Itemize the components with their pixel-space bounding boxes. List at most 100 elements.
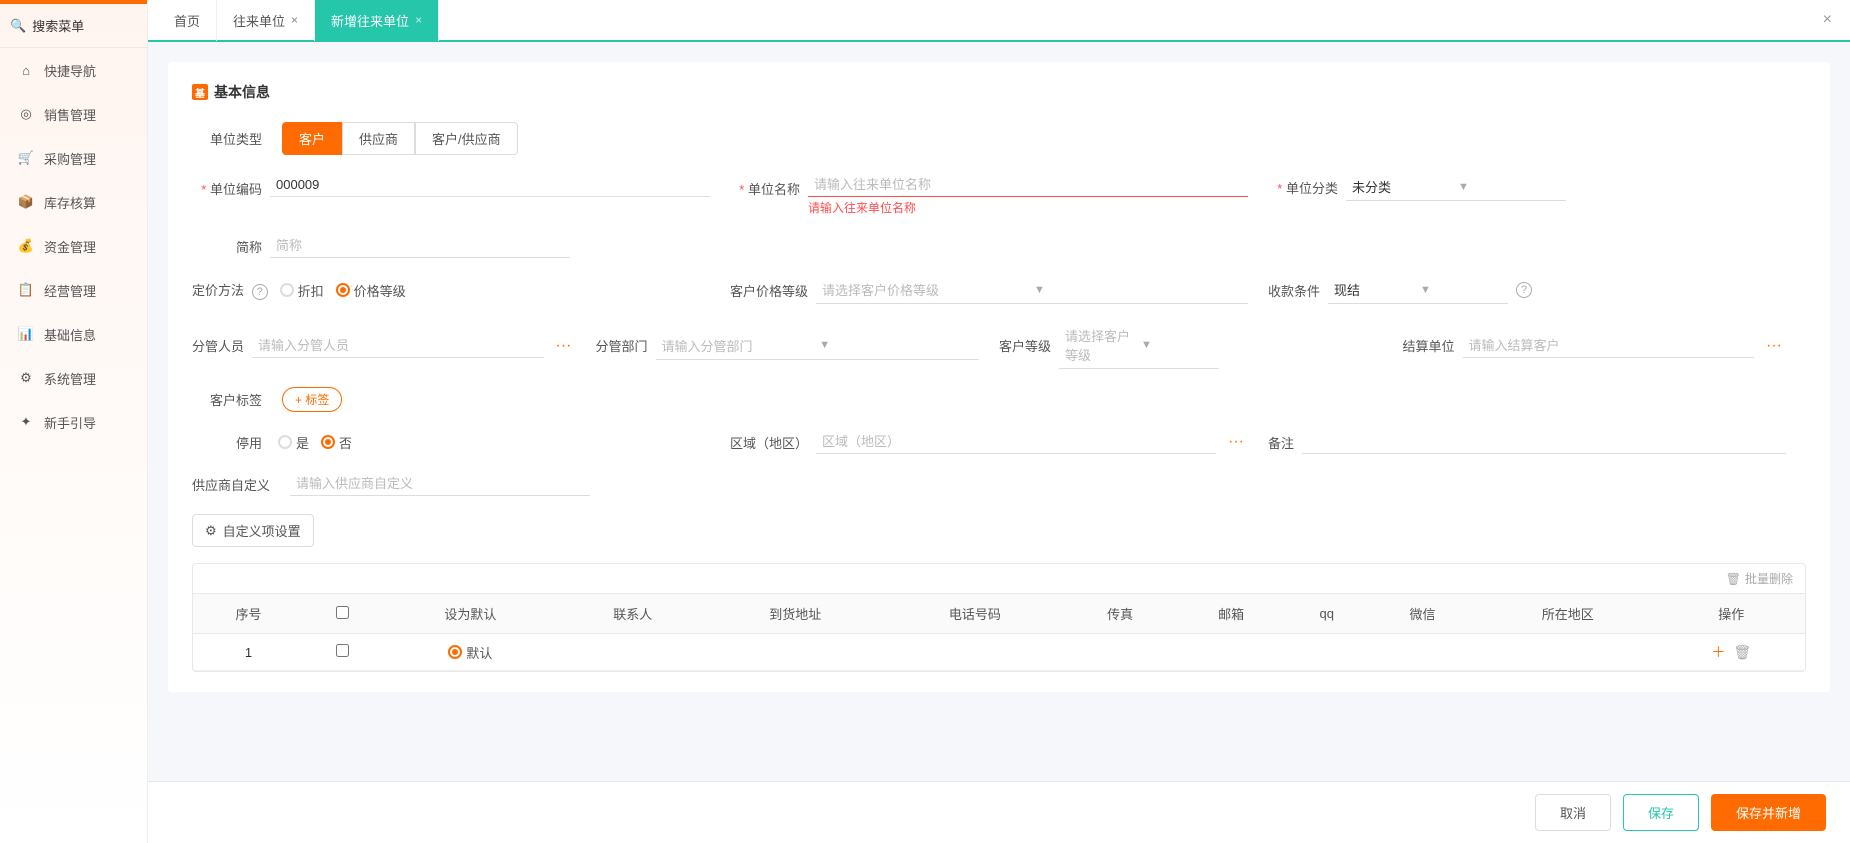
type-btn-both[interactable]: 客户/供应商 xyxy=(415,122,518,155)
sidebar-item-quick-nav[interactable]: ⌂ 快捷导航 xyxy=(0,48,147,92)
unit-name-error: 请输入往来单位名称 xyxy=(808,199,1248,216)
manager-input[interactable] xyxy=(252,334,544,358)
type-btn-supplier[interactable]: 供应商 xyxy=(342,122,415,155)
short-name-row: 简称 xyxy=(192,234,1806,258)
col-qq: qq xyxy=(1287,594,1367,634)
row-wechat xyxy=(1367,634,1478,671)
add-tag-button[interactable]: + 标签 xyxy=(282,387,342,412)
supplier-custom-label: 供应商自定义 xyxy=(192,475,270,494)
unit-code-label: * 单位编码 xyxy=(192,173,262,198)
tab-new-partner-close[interactable]: × xyxy=(415,13,422,27)
customer-level-placeholder: 请选择客户等级 xyxy=(1065,326,1137,364)
region-input[interactable] xyxy=(816,430,1216,454)
content-area: 基 基本信息 单位类型 客户 供应商 客户/供应商 * 单位 xyxy=(148,42,1850,781)
customer-level-label: 客户等级 xyxy=(999,336,1051,355)
sidebar-item-purchase[interactable]: 🛒 采购管理 xyxy=(0,136,147,180)
col-phone: 电话号码 xyxy=(885,594,1065,634)
save-button[interactable]: 保存 xyxy=(1623,794,1699,831)
disabled-row: 停用 是 否 区域（地区） ··· xyxy=(192,430,1806,454)
custom-settings-button[interactable]: ⚙ 自定义项设置 xyxy=(192,514,314,547)
sidebar-item-system[interactable]: ⚙ 系统管理 xyxy=(0,356,147,400)
tab-home[interactable]: 首页 xyxy=(158,0,217,41)
row-checkbox-input[interactable] xyxy=(336,644,349,657)
home-icon: ⌂ xyxy=(16,60,36,80)
sidebar-item-label: 库存核算 xyxy=(44,193,96,212)
footer: 取消 保存 保存并新增 xyxy=(148,781,1850,843)
disabled-radio-no[interactable]: 否 xyxy=(321,433,352,452)
sidebar-item-label: 经营管理 xyxy=(44,281,96,300)
payment-help-icon[interactable]: ? xyxy=(1516,282,1532,298)
tab-bar-close-all[interactable]: × xyxy=(1815,11,1840,29)
radio-default-circle xyxy=(448,645,462,659)
tab-partners-close[interactable]: × xyxy=(291,13,298,27)
radio-yes-circle xyxy=(278,435,292,449)
sidebar-item-basic-info[interactable]: 📊 基础信息 xyxy=(0,312,147,356)
region-more-btn[interactable]: ··· xyxy=(1224,433,1248,451)
unit-name-input[interactable] xyxy=(808,173,1248,197)
sidebar-item-label: 销售管理 xyxy=(44,105,96,124)
sidebar-item-label: 资金管理 xyxy=(44,237,96,256)
manager-more-btn[interactable]: ··· xyxy=(552,337,576,355)
chevron-down-icon: ▼ xyxy=(1141,339,1213,351)
manager-row: 分管人员 ··· 分管部门 请输入分管部门 ▼ 客户等级 请选择客户等级 ▼ xyxy=(192,322,1806,369)
sidebar-item-sales[interactable]: ◎ 销售管理 xyxy=(0,92,147,136)
col-checkbox xyxy=(304,594,381,634)
customer-tag-row: 客户标签 + 标签 xyxy=(192,387,1806,412)
department-placeholder: 请输入分管部门 xyxy=(662,336,816,355)
disabled-radio-yes[interactable]: 是 xyxy=(278,433,309,452)
cancel-button[interactable]: 取消 xyxy=(1535,794,1611,831)
settlement-more-btn[interactable]: ··· xyxy=(1762,337,1786,355)
settlement-unit-input[interactable] xyxy=(1463,334,1755,358)
payment-terms-label: 收款条件 xyxy=(1268,281,1320,300)
sidebar-item-inventory[interactable]: 📦 库存核算 xyxy=(0,180,147,224)
save-new-button[interactable]: 保存并新增 xyxy=(1711,794,1826,831)
section-title-icon: 基 xyxy=(192,84,208,100)
row-add-btn[interactable]: ＋ xyxy=(1711,642,1725,662)
radio-no-circle xyxy=(321,435,335,449)
row-default-radio[interactable]: 默认 xyxy=(389,643,553,662)
sidebar-item-operations[interactable]: 📋 经营管理 xyxy=(0,268,147,312)
sidebar-item-guide[interactable]: ✦ 新手引导 xyxy=(0,400,147,444)
section-title-text: 基本信息 xyxy=(214,82,270,102)
row-region xyxy=(1478,634,1658,671)
sidebar-item-label: 快捷导航 xyxy=(44,61,96,80)
row-action-buttons: ＋ 🗑 xyxy=(1666,642,1797,662)
pricing-row: 定价方法 ? 折扣 价格等级 客户 xyxy=(192,276,1806,304)
disabled-label: 停用 xyxy=(192,433,262,452)
tab-new-partner-label: 新增往来单位 xyxy=(331,11,409,30)
supplier-custom-row: 供应商自定义 xyxy=(192,472,1806,496)
pricing-label: 定价方法 ? xyxy=(192,280,268,300)
pricing-radio-discount[interactable]: 折扣 xyxy=(280,281,324,300)
table-toolbar: 🗑 批量删除 xyxy=(193,564,1805,594)
sidebar-item-label: 新手引导 xyxy=(44,413,96,432)
table-row: 1 默认 xyxy=(193,634,1805,671)
select-all-checkbox[interactable] xyxy=(336,606,349,619)
sidebar-search[interactable]: 🔍 搜索菜单 xyxy=(0,4,147,48)
customer-price-level-select[interactable]: 请选择客户价格等级 ▼ xyxy=(816,276,1248,304)
unit-code-input[interactable] xyxy=(270,173,710,197)
unit-code-row: * 单位编码 * 单位名称 请输入往来单位名称 xyxy=(192,173,1806,216)
tab-new-partner[interactable]: 新增往来单位 × xyxy=(315,0,439,41)
pricing-radio-level[interactable]: 价格等级 xyxy=(336,281,406,300)
customer-tag-label: 客户标签 xyxy=(192,390,262,409)
row-checkbox xyxy=(304,634,381,671)
type-btn-customer[interactable]: 客户 xyxy=(282,122,342,155)
tab-partners[interactable]: 往来单位 × xyxy=(217,0,315,41)
sidebar-item-finance[interactable]: 💰 资金管理 xyxy=(0,224,147,268)
col-fax: 传真 xyxy=(1065,594,1176,634)
customer-level-select[interactable]: 请选择客户等级 ▼ xyxy=(1059,322,1219,369)
row-action: ＋ 🗑 xyxy=(1658,634,1805,671)
department-label: 分管部门 xyxy=(596,336,648,355)
unit-category-select[interactable]: 未分类 ▼ xyxy=(1346,173,1566,201)
payment-terms-select[interactable]: 现结 ▼ xyxy=(1328,276,1508,304)
remarks-input[interactable] xyxy=(1302,430,1786,454)
pricing-help-icon[interactable]: ? xyxy=(252,284,268,300)
unit-type-buttons: 客户 供应商 客户/供应商 xyxy=(282,122,518,155)
short-name-input[interactable] xyxy=(270,234,570,258)
table-scroll: 序号 设为默认 联系人 到货地址 电话号码 传真 邮箱 qq 微信 所在地区 xyxy=(193,594,1805,671)
batch-delete-button[interactable]: 🗑 批量删除 xyxy=(1726,570,1793,587)
department-select[interactable]: 请输入分管部门 ▼ xyxy=(656,332,979,360)
row-delete-btn[interactable]: 🗑 xyxy=(1733,644,1751,661)
supplier-custom-input[interactable] xyxy=(290,472,590,496)
row-default: 默认 xyxy=(381,634,561,671)
